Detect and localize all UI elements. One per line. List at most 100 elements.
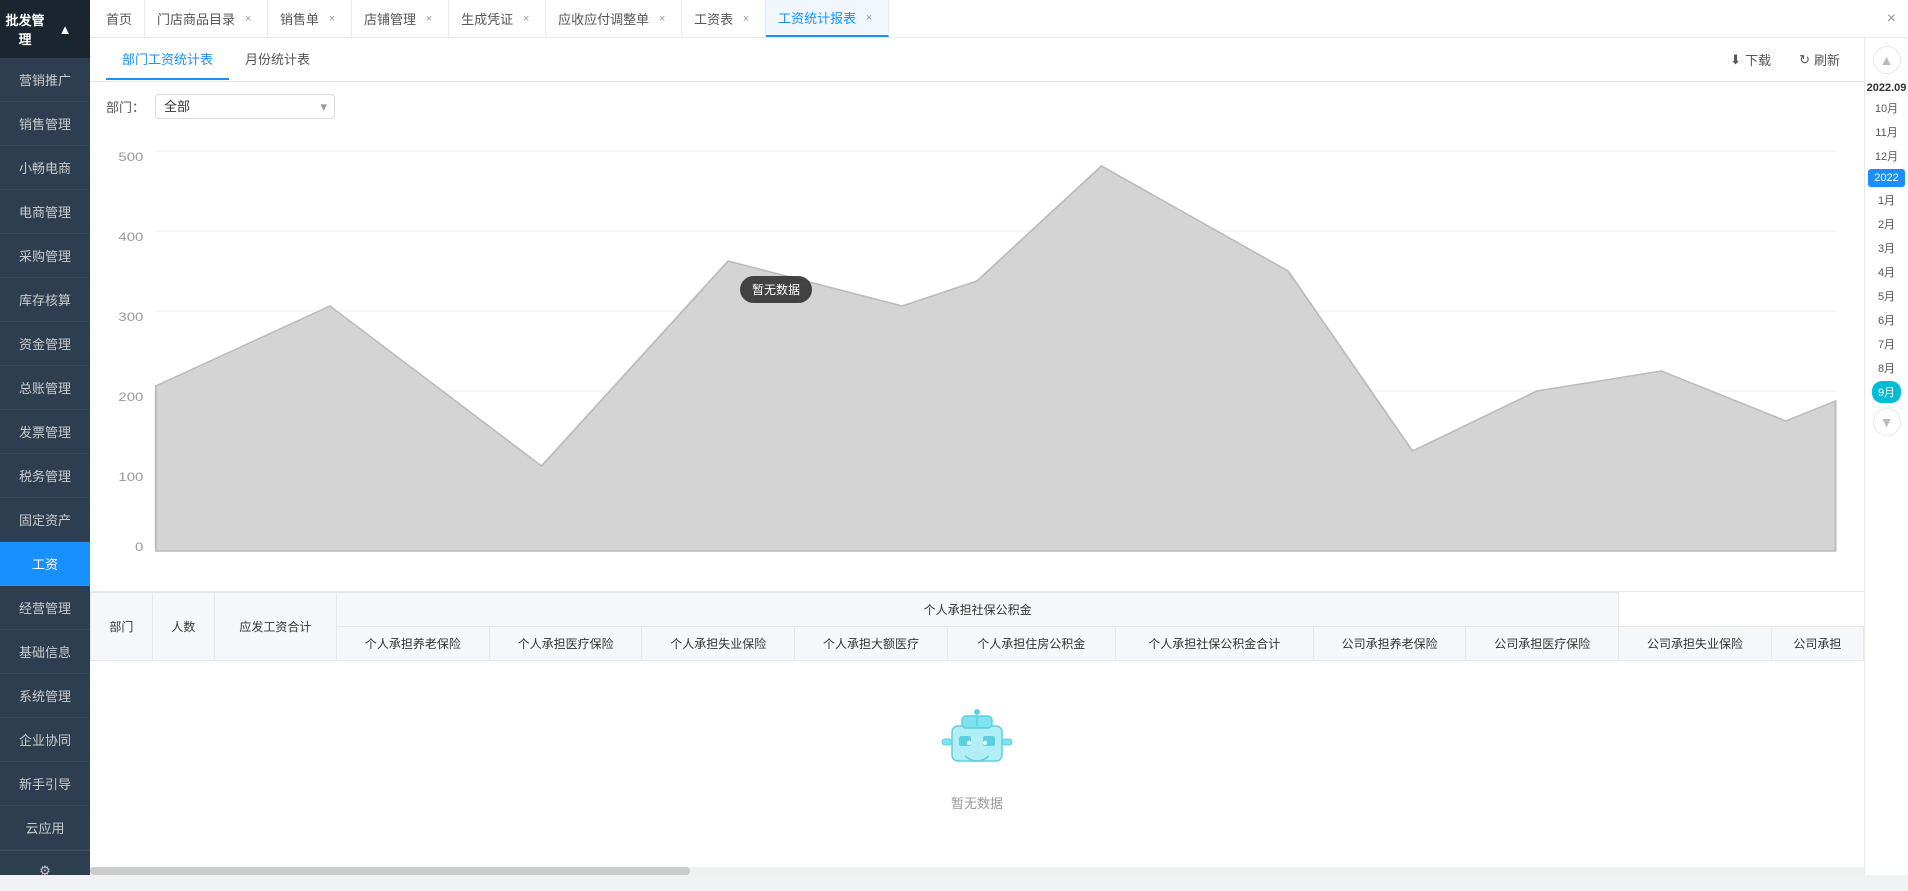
timeline-month-mar[interactable]: 3月	[1872, 237, 1901, 259]
timeline-up-button[interactable]: ▲	[1873, 46, 1901, 74]
chart-area: 500 400 300 200 100 0 暂	[90, 131, 1864, 591]
refresh-icon: ↻	[1799, 52, 1810, 68]
svg-text:400: 400	[118, 230, 143, 243]
table-wrapper[interactable]: 部门 人数 应发工资合计 个人承担社保公积金 个人承担养老保险 个人承担医疗保险…	[90, 591, 1864, 867]
th-company-other: 公司承担	[1771, 627, 1863, 661]
tab-sales[interactable]: 销售单 ×	[268, 0, 352, 37]
sidebar-item-fixed-assets[interactable]: 固定资产	[0, 498, 90, 542]
filter-row: 部门： 全部	[90, 82, 1864, 131]
sub-tab-monthly[interactable]: 月份统计表	[229, 39, 326, 80]
timeline-month-jul[interactable]: 7月	[1872, 333, 1901, 355]
th-count: 人数	[152, 593, 214, 661]
sidebar-item-guide[interactable]: 新手引导	[0, 762, 90, 806]
sidebar-header[interactable]: 批发管理 ▲	[0, 0, 90, 58]
tab-close-sales[interactable]: ×	[325, 12, 339, 26]
timeline-year-2022-label[interactable]: 2022	[1868, 169, 1904, 187]
timeline-month-apr[interactable]: 4月	[1872, 261, 1901, 283]
timeline-month-jan[interactable]: 1月	[1872, 189, 1901, 211]
tab-payroll-sheet[interactable]: 工资表 ×	[682, 0, 766, 37]
timeline-month-oct[interactable]: 10月	[1869, 97, 1904, 119]
chart-area-polygon	[156, 166, 1836, 551]
tab-ar-ap[interactable]: 应收应付调整单 ×	[546, 0, 682, 37]
sidebar-item-finance[interactable]: 资金管理	[0, 322, 90, 366]
sub-tabs-right: ⬇ 下载 ↻ 刷新	[1722, 46, 1848, 73]
sub-tabs: 部门工资统计表 月份统计表 ⬇ 下载 ↻ 刷新	[90, 38, 1864, 82]
tab-payroll-report[interactable]: 工资统计报表 ×	[766, 0, 889, 37]
sidebar-title: 批发管理	[5, 10, 45, 48]
svg-text:100: 100	[118, 470, 143, 483]
th-total-wage: 应发工资合计	[214, 593, 336, 661]
th-personal-pension: 个人承担养老保险	[337, 627, 490, 661]
tab-bar: 首页 门店商品目录 × 销售单 × 店铺管理 × 生成凭证 × 应收应付调整单 …	[90, 0, 1908, 38]
sidebar-item-basic-info[interactable]: 基础信息	[0, 630, 90, 674]
timeline-month-may[interactable]: 5月	[1872, 285, 1901, 307]
dept-select[interactable]: 全部	[155, 94, 335, 119]
th-personal-total: 个人承担社保公积金合计	[1115, 627, 1313, 661]
sidebar-item-invoice[interactable]: 发票管理	[0, 410, 90, 454]
settings-button[interactable]: ⚙	[0, 850, 90, 891]
sidebar-item-purchase[interactable]: 采购管理	[0, 234, 90, 278]
th-company-medical: 公司承担医疗保险	[1466, 627, 1619, 661]
no-data-robot-icon	[937, 701, 1017, 781]
sidebar-item-cloud[interactable]: 云应用	[0, 806, 90, 850]
sidebar-expand-icon: ▲	[45, 22, 85, 37]
th-company-unemployment: 公司承担失业保险	[1619, 627, 1772, 661]
scrollbar-thumb[interactable]	[90, 867, 690, 875]
table-row-nodata: 暂无数据	[91, 661, 1864, 853]
content-area: 部门工资统计表 月份统计表 ⬇ 下载 ↻ 刷新	[90, 38, 1908, 875]
tab-bar-close-button[interactable]: ×	[1875, 10, 1908, 28]
timeline-month-nov[interactable]: 11月	[1869, 121, 1903, 143]
sidebar: 批发管理 ▲ 营销推广 销售管理 小畅电商 电商管理 采购管理 库存核算 资金管…	[0, 0, 90, 875]
th-personal-housing: 个人承担住房公积金	[947, 627, 1115, 661]
sidebar-item-marketing[interactable]: 营销推广	[0, 58, 90, 102]
sidebar-item-inventory[interactable]: 库存核算	[0, 278, 90, 322]
dept-select-wrapper: 全部	[155, 94, 335, 119]
tab-close-store-catalog[interactable]: ×	[241, 12, 255, 26]
sidebar-item-sales-mgmt[interactable]: 销售管理	[0, 102, 90, 146]
timeline-panel: ▲ 2022.09 10月 11月 12月 2022 1月 2月 3月 4月 5…	[1864, 38, 1908, 875]
sidebar-item-collab[interactable]: 企业协同	[0, 718, 90, 762]
bottom-scrollbar[interactable]	[90, 867, 1864, 875]
sidebar-item-system[interactable]: 系统管理	[0, 674, 90, 718]
th-personal-insurance: 个人承担社保公积金	[337, 593, 1619, 627]
tab-close-payroll-report[interactable]: ×	[862, 11, 876, 25]
svg-text:0: 0	[135, 540, 143, 553]
tab-shop-mgmt[interactable]: 店铺管理 ×	[352, 0, 449, 37]
gear-icon: ⚙	[39, 863, 51, 878]
timeline-month-jun[interactable]: 6月	[1872, 309, 1901, 331]
tab-close-voucher[interactable]: ×	[519, 12, 533, 26]
sidebar-item-tax[interactable]: 税务管理	[0, 454, 90, 498]
tab-close-payroll-sheet[interactable]: ×	[739, 12, 753, 26]
timeline-year-2022: 2022.09	[1867, 82, 1907, 94]
sidebar-item-operations[interactable]: 经营管理	[0, 586, 90, 630]
th-personal-major-medical: 个人承担大额医疗	[795, 627, 948, 661]
chart-svg: 500 400 300 200 100 0	[106, 131, 1848, 571]
sidebar-item-ecommerce-small[interactable]: 小畅电商	[0, 146, 90, 190]
sidebar-item-ecommerce[interactable]: 电商管理	[0, 190, 90, 234]
tab-store-catalog[interactable]: 门店商品目录 ×	[145, 0, 268, 37]
timeline-month-feb[interactable]: 2月	[1872, 213, 1901, 235]
tab-close-shop-mgmt[interactable]: ×	[422, 12, 436, 26]
sub-tab-dept[interactable]: 部门工资统计表	[106, 39, 229, 80]
th-company-pension: 公司承担养老保险	[1313, 627, 1466, 661]
svg-text:300: 300	[118, 310, 143, 323]
th-personal-unemployment: 个人承担失业保险	[642, 627, 795, 661]
data-table: 部门 人数 应发工资合计 个人承担社保公积金 个人承担养老保险 个人承担医疗保险…	[90, 592, 1864, 852]
sub-tabs-left: 部门工资统计表 月份统计表	[106, 39, 326, 80]
svg-text:500: 500	[118, 150, 143, 163]
tab-voucher[interactable]: 生成凭证 ×	[449, 0, 546, 37]
download-button[interactable]: ⬇ 下载	[1722, 46, 1779, 73]
sidebar-item-payroll[interactable]: 工资	[0, 542, 90, 586]
sidebar-item-ledger[interactable]: 总账管理	[0, 366, 90, 410]
timeline-month-dec[interactable]: 12月	[1869, 145, 1904, 167]
tab-home[interactable]: 首页	[90, 0, 145, 37]
refresh-button[interactable]: ↻ 刷新	[1791, 46, 1848, 73]
main-area: 首页 门店商品目录 × 销售单 × 店铺管理 × 生成凭证 × 应收应付调整单 …	[90, 0, 1908, 875]
no-data-label: 暂无数据	[951, 793, 1003, 812]
timeline-month-sep[interactable]: 9月	[1872, 381, 1901, 403]
timeline-down-button[interactable]: ▼	[1873, 408, 1901, 436]
download-icon: ⬇	[1730, 52, 1741, 68]
th-personal-medical: 个人承担医疗保险	[489, 627, 642, 661]
tab-close-ar-ap[interactable]: ×	[655, 12, 669, 26]
timeline-month-aug[interactable]: 8月	[1872, 357, 1901, 379]
